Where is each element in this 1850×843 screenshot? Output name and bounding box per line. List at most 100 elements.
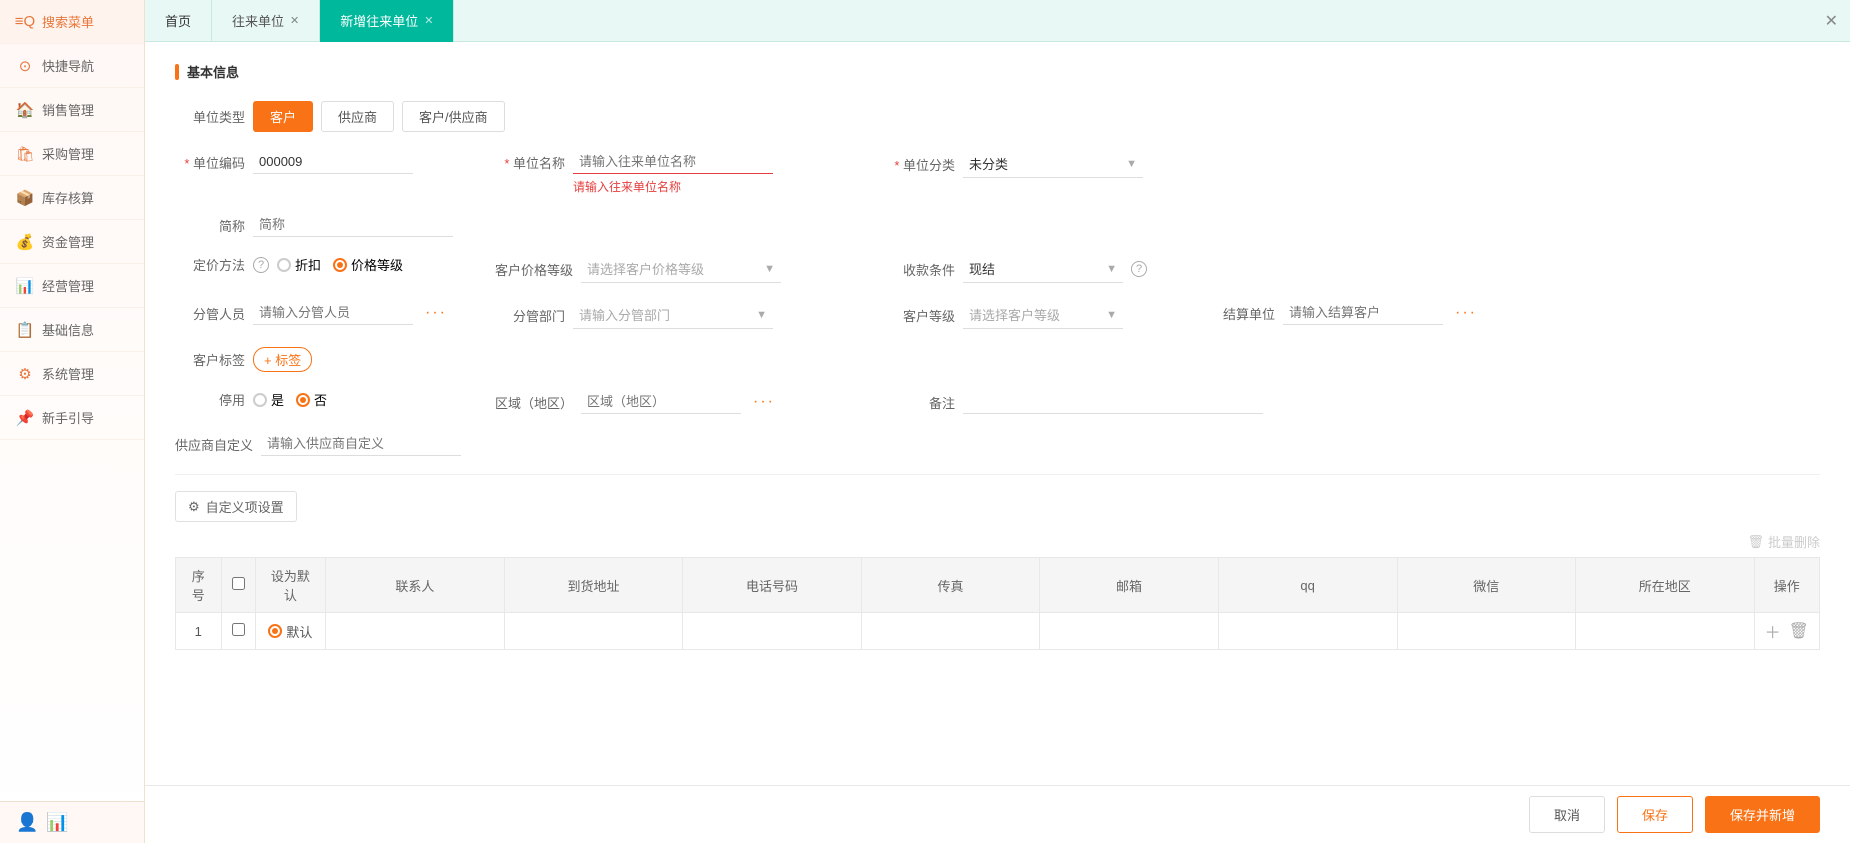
manager-more-btn[interactable]: ··· xyxy=(421,304,451,322)
region-more-btn[interactable]: ··· xyxy=(749,393,779,411)
remark-input[interactable] xyxy=(963,390,1263,414)
manager-label: 分管人员 xyxy=(175,304,245,323)
customer-level-label: 客户等级 xyxy=(885,306,955,325)
tab-close-add-partner[interactable]: ✕ xyxy=(424,14,433,27)
cancel-button[interactable]: 取消 xyxy=(1529,796,1605,833)
sidebar-item-label: 经营管理 xyxy=(42,276,94,295)
customer-price-level-field: 客户价格等级 请选择客户价格等级 ▼ xyxy=(495,255,845,283)
pricing-radio-level[interactable]: 价格等级 xyxy=(333,255,403,274)
tab-partner-list[interactable]: 往来单位 ✕ xyxy=(212,0,320,42)
payment-terms-select[interactable]: 现结 ▼ xyxy=(963,255,1123,283)
col-fax: 传真 xyxy=(861,558,1040,613)
disabled-yes-label: 是 xyxy=(271,390,284,409)
batch-delete-button[interactable]: 🗑 批量删除 xyxy=(175,532,1820,551)
qq-input[interactable] xyxy=(1229,624,1387,639)
sidebar-item-operations[interactable]: 📊 经营管理 xyxy=(0,264,144,308)
phone-input[interactable] xyxy=(693,624,851,639)
sidebar-item-label: 新手引导 xyxy=(42,408,94,427)
manager-field: 分管人员 ··· xyxy=(175,301,455,325)
sidebar-item-inventory[interactable]: 📦 库存核算 xyxy=(0,176,144,220)
customer-level-field: 客户等级 请选择客户等级 ▼ xyxy=(885,301,1165,329)
unit-type-label: 单位类型 xyxy=(175,107,245,126)
close-all-tabs-button[interactable]: ✕ xyxy=(1825,11,1838,31)
default-label: 默认 xyxy=(286,622,312,641)
short-name-field: 简称 xyxy=(175,213,455,237)
short-name-input[interactable] xyxy=(253,213,453,237)
user-icon: 👤 xyxy=(16,812,38,833)
customer-level-select[interactable]: 请选择客户等级 ▼ xyxy=(963,301,1123,329)
delete-icon: 🗑 xyxy=(1747,534,1764,550)
disabled-label: 停用 xyxy=(175,390,245,409)
unit-category-select[interactable]: 未分类 ▼ xyxy=(963,150,1143,178)
col-contact: 联系人 xyxy=(326,558,505,613)
pricing-level-label: 价格等级 xyxy=(351,255,403,274)
save-button[interactable]: 保存 xyxy=(1617,796,1693,833)
row-default-radio[interactable] xyxy=(268,624,282,638)
email-input[interactable] xyxy=(1050,624,1208,639)
customer-price-level-select[interactable]: 请选择客户价格等级 ▼ xyxy=(581,255,781,283)
supplier-custom-label: 供应商自定义 xyxy=(175,435,253,454)
unit-category-field: 单位分类 未分类 ▼ xyxy=(885,150,1165,178)
manager-input[interactable] xyxy=(253,301,413,325)
unit-btn-customer[interactable]: 客户 xyxy=(253,101,313,132)
sidebar-item-finance[interactable]: 💰 资金管理 xyxy=(0,220,144,264)
tab-label: 首页 xyxy=(165,11,191,30)
disabled-no[interactable]: 否 xyxy=(296,390,327,409)
sidebar-item-label: 基础信息 xyxy=(42,320,94,339)
settlement-more-btn[interactable]: ··· xyxy=(1451,304,1481,322)
tab-home[interactable]: 首页 xyxy=(145,0,212,42)
sidebar-item-label: 采购管理 xyxy=(42,144,94,163)
add-tag-button[interactable]: + 标签 xyxy=(253,347,312,372)
unit-name-field: 单位名称 请输入往来单位名称 xyxy=(495,150,845,195)
settlement-unit-input[interactable] xyxy=(1283,301,1443,325)
col-region: 所在地区 xyxy=(1576,558,1755,613)
tab-add-partner[interactable]: 新增往来单位 ✕ xyxy=(320,0,454,42)
custom-settings-label: 自定义项设置 xyxy=(206,497,284,516)
sidebar-item-basic-info[interactable]: 📋 基础信息 xyxy=(0,308,144,352)
department-select[interactable]: 请输入分管部门 ▼ xyxy=(573,301,773,329)
sidebar-item-quick-nav[interactable]: ⊙ 快捷导航 xyxy=(0,44,144,88)
sidebar-item-purchase[interactable]: 🛍 采购管理 xyxy=(0,132,144,176)
payment-help-icon[interactable]: ? xyxy=(1131,261,1147,277)
select-all-checkbox[interactable] xyxy=(232,577,245,590)
address-input[interactable] xyxy=(515,624,673,639)
sidebar-item-search[interactable]: ≡Q 搜索菜单 xyxy=(0,0,144,44)
unit-btn-supplier[interactable]: 供应商 xyxy=(321,101,394,132)
batch-delete-label: 批量删除 xyxy=(1768,532,1820,551)
wechat-input[interactable] xyxy=(1408,624,1566,639)
add-row-button[interactable]: ＋ xyxy=(1765,619,1781,643)
region-input[interactable] xyxy=(581,390,741,414)
tab-close-partner[interactable]: ✕ xyxy=(290,14,299,27)
delete-row-button[interactable]: 🗑 xyxy=(1789,619,1809,643)
contact-input[interactable] xyxy=(336,624,494,639)
section-header: 基本信息 xyxy=(175,62,1820,81)
sidebar-item-sales[interactable]: 🏠 销售管理 xyxy=(0,88,144,132)
row-action: ＋ 🗑 xyxy=(1754,613,1819,650)
region-row-input[interactable] xyxy=(1586,624,1744,639)
save-new-button[interactable]: 保存并新增 xyxy=(1705,796,1820,833)
row-region xyxy=(1576,613,1755,650)
row-default: 默认 xyxy=(255,613,326,650)
tab-bar: 首页 往来单位 ✕ 新增往来单位 ✕ ✕ xyxy=(145,0,1850,42)
pricing-radio-discount[interactable]: 折扣 xyxy=(277,255,321,274)
row-checkbox[interactable] xyxy=(232,623,245,636)
sidebar-item-guide[interactable]: 📌 新手引导 xyxy=(0,396,144,440)
unit-name-error: 请输入往来单位名称 xyxy=(573,178,681,195)
unit-name-input[interactable] xyxy=(573,150,773,174)
unit-code-input[interactable]: 000009 xyxy=(253,150,413,174)
disabled-yes[interactable]: 是 xyxy=(253,390,284,409)
supplier-custom-input[interactable] xyxy=(261,432,461,456)
unit-btn-both[interactable]: 客户/供应商 xyxy=(402,101,505,132)
sidebar-item-system[interactable]: ⚙ 系统管理 xyxy=(0,352,144,396)
unit-type-field: 单位类型 客户 供应商 客户/供应商 xyxy=(175,101,505,132)
unit-type-buttons: 客户 供应商 客户/供应商 xyxy=(253,101,505,132)
col-action: 操作 xyxy=(1754,558,1819,613)
settlement-unit-label: 结算单位 xyxy=(1205,304,1275,323)
supplier-custom-field: 供应商自定义 xyxy=(175,432,461,456)
pricing-help-icon[interactable]: ? xyxy=(253,257,269,273)
radio-circle-level xyxy=(333,258,347,272)
fax-input[interactable] xyxy=(872,624,1030,639)
custom-settings-button[interactable]: ⚙ 自定义项设置 xyxy=(175,491,297,522)
row-qq xyxy=(1218,613,1397,650)
row-action-buttons: ＋ 🗑 xyxy=(1765,619,1809,643)
